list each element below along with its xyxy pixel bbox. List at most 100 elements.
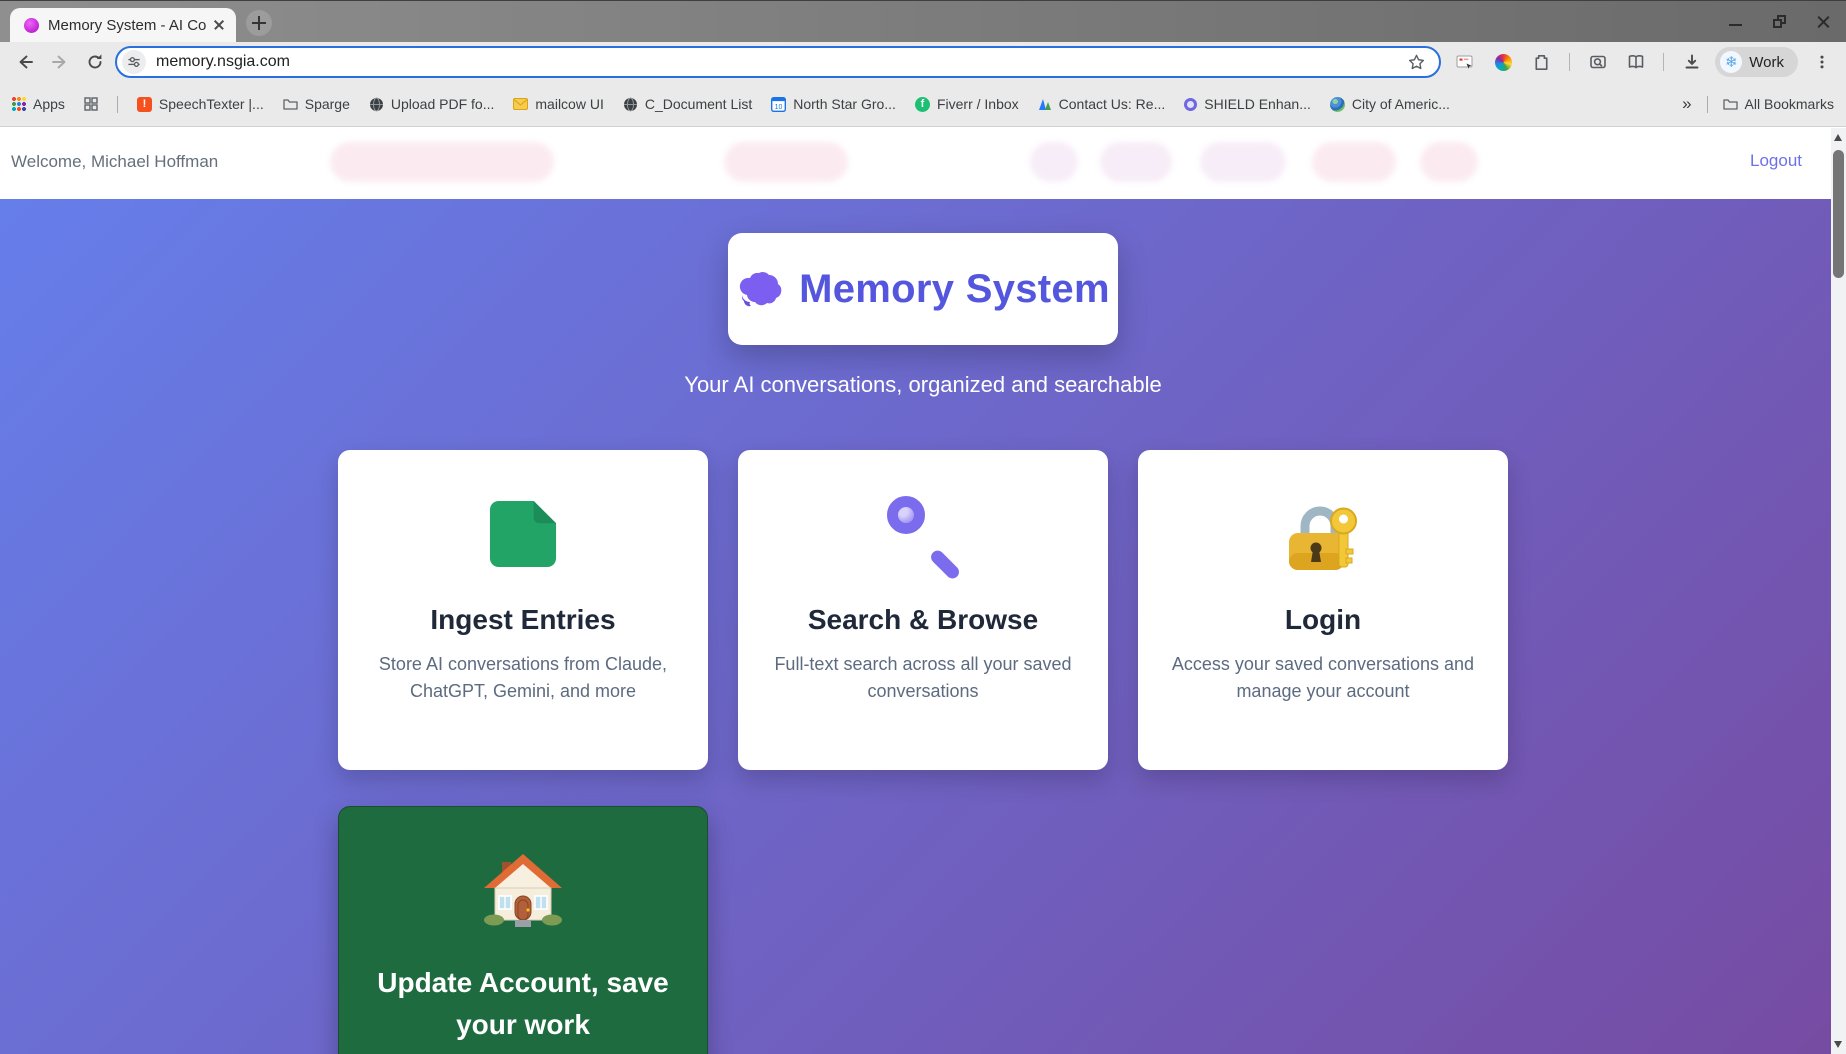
tab-title: Memory System - AI Con bbox=[48, 16, 206, 34]
bookmark-label: City of Americ... bbox=[1351, 96, 1450, 112]
all-bookmarks-button[interactable]: All Bookmarks bbox=[1722, 96, 1834, 112]
card-description: Store AI conversations from Claude, Chat… bbox=[378, 654, 668, 701]
extensions-jar-icon[interactable] bbox=[1527, 48, 1556, 77]
minimize-button[interactable] bbox=[1724, 10, 1748, 34]
bookmark-contact-us[interactable]: Contact Us: Re... bbox=[1038, 96, 1166, 112]
bookmark-label: SpeechTexter |... bbox=[158, 96, 264, 112]
card-search-browse[interactable]: Search & Browse Full-text search across … bbox=[738, 450, 1108, 770]
bookmark-upload-pdf[interactable]: Upload PDF fo... bbox=[369, 96, 495, 112]
fiverr-icon: f bbox=[914, 96, 930, 112]
bookmark-label: mailcow UI bbox=[535, 96, 604, 112]
search-tab-icon[interactable] bbox=[1583, 48, 1612, 77]
card-title: Search & Browse bbox=[807, 604, 1039, 635]
bookmark-grid-button[interactable] bbox=[84, 97, 98, 111]
reload-icon[interactable] bbox=[80, 48, 109, 77]
bookmark-label: North Star Gro... bbox=[793, 96, 896, 112]
globe-icon bbox=[623, 97, 637, 111]
action-row: Update Account, save your work bbox=[338, 806, 1508, 1054]
folder-icon bbox=[283, 99, 298, 110]
lock-and-key-icon bbox=[1289, 506, 1357, 570]
url-bar[interactable]: memory.nsgia.com bbox=[115, 46, 1442, 78]
faded-nav-placeholder bbox=[330, 142, 554, 182]
card-update-account[interactable]: Update Account, save your work bbox=[338, 806, 708, 1054]
bookmark-label: Apps bbox=[33, 96, 65, 112]
back-icon[interactable] bbox=[10, 48, 39, 77]
action-card-title: Update Account, save your work bbox=[377, 967, 669, 1040]
bookmark-label: Contact Us: Re... bbox=[1058, 96, 1166, 112]
calendar-icon: 10 bbox=[771, 96, 787, 112]
new-tab-button[interactable] bbox=[246, 10, 272, 36]
site-favicon-icon bbox=[24, 17, 39, 33]
card-description: Access your saved conversations and mana… bbox=[1171, 654, 1475, 701]
scrollbar-thumb[interactable] bbox=[1833, 150, 1844, 278]
speechtexter-icon: ! bbox=[136, 96, 152, 112]
card-login[interactable]: Login Access your saved conversations an… bbox=[1138, 450, 1508, 770]
bookmark-north-star[interactable]: 10 North Star Gro... bbox=[771, 96, 896, 112]
bookmark-label: SHIELD Enhan... bbox=[1204, 96, 1311, 112]
bookmarks-divider bbox=[116, 95, 118, 113]
close-button[interactable] bbox=[1812, 10, 1836, 34]
bookmark-city-of-america[interactable]: City of Americ... bbox=[1329, 96, 1450, 112]
reading-list-icon[interactable] bbox=[1621, 48, 1650, 77]
card-description: Full-text search across all your saved c… bbox=[774, 654, 1072, 701]
profile-chip[interactable]: ❄ Work bbox=[1715, 47, 1798, 77]
bookmarks-overflow-chevron[interactable]: » bbox=[1682, 94, 1691, 114]
color-wheel-extension-icon[interactable] bbox=[1489, 48, 1518, 77]
all-bookmarks-label: All Bookmarks bbox=[1744, 96, 1834, 112]
site-settings-icon[interactable] bbox=[122, 50, 146, 74]
brain-icon bbox=[740, 272, 782, 307]
app-subtitle: Your AI conversations, organized and sea… bbox=[684, 372, 1162, 397]
globe-icon bbox=[369, 97, 383, 111]
profile-name: Work bbox=[1749, 53, 1784, 71]
bookmark-fiverr[interactable]: f Fiverr / Inbox bbox=[914, 96, 1019, 112]
grid-outline-icon bbox=[84, 97, 98, 111]
bookmarks-divider bbox=[1706, 95, 1708, 113]
toolbar-divider bbox=[1569, 53, 1571, 71]
browser-tab[interactable]: Memory System - AI Con bbox=[10, 8, 236, 42]
forward-icon[interactable] bbox=[45, 48, 74, 77]
chart-logo-icon bbox=[1038, 99, 1051, 110]
house-icon bbox=[484, 854, 562, 927]
bookmark-label: Sparge bbox=[304, 96, 350, 112]
browser-toolbar: memory.nsgia.com ❄ Work bbox=[0, 42, 1846, 82]
faded-nav-placeholder bbox=[1030, 142, 1078, 182]
bookmark-sparge[interactable]: Sparge bbox=[283, 96, 350, 112]
restore-button[interactable] bbox=[1768, 10, 1792, 34]
welcome-text: Welcome, Michael Hoffman bbox=[11, 152, 219, 171]
folder-icon bbox=[1722, 99, 1738, 110]
bookmark-c-document-list[interactable]: C_Document List bbox=[623, 96, 752, 112]
url-text[interactable]: memory.nsgia.com bbox=[156, 53, 1402, 71]
card-title: Login bbox=[1284, 604, 1362, 635]
scroll-up-icon[interactable] bbox=[1834, 134, 1842, 141]
bookmark-shield[interactable]: SHIELD Enhan... bbox=[1184, 96, 1311, 112]
bookmark-label: C_Document List bbox=[644, 96, 753, 112]
green-note-icon bbox=[489, 500, 557, 568]
magnifier-icon bbox=[881, 494, 965, 582]
downloads-icon[interactable] bbox=[1677, 48, 1706, 77]
titlebar: Memory System - AI Con bbox=[0, 0, 1846, 42]
bookmark-apps[interactable]: Apps bbox=[12, 96, 65, 112]
window-controls bbox=[1724, 1, 1836, 43]
bookmark-label: Upload PDF fo... bbox=[390, 96, 495, 112]
logout-link[interactable]: Logout bbox=[1750, 151, 1802, 171]
page-content: Welcome, Michael Hoffman Logout Memory S… bbox=[0, 128, 1846, 1054]
bookmark-star-icon[interactable] bbox=[1402, 48, 1431, 77]
site-header-bar: Welcome, Michael Hoffman Logout bbox=[0, 128, 1846, 199]
bookmark-mailcow[interactable]: mailcow UI bbox=[513, 96, 604, 112]
tab-close-icon[interactable] bbox=[210, 16, 228, 34]
earth-icon bbox=[1329, 96, 1345, 112]
scroll-down-icon[interactable] bbox=[1834, 1041, 1842, 1048]
menu-dots-icon[interactable] bbox=[1807, 48, 1836, 77]
bookmark-speechtexter[interactable]: ! SpeechTexter |... bbox=[136, 96, 264, 112]
faded-nav-placeholder bbox=[1420, 142, 1478, 182]
envelope-icon bbox=[513, 98, 529, 110]
faded-nav-placeholder bbox=[1100, 142, 1172, 182]
extension-page-icon[interactable] bbox=[1451, 48, 1480, 77]
faded-nav-placeholder bbox=[1312, 142, 1396, 182]
faded-nav-placeholder bbox=[724, 142, 848, 182]
browser-window: Memory System - AI Con memory.nsgia.com … bbox=[0, 0, 1846, 1054]
hero-section: Memory System Your AI conversations, org… bbox=[0, 199, 1846, 1054]
scrollbar[interactable] bbox=[1831, 128, 1846, 1054]
bookmarks-bar: Apps ! SpeechTexter |... Sparge Upload P… bbox=[0, 82, 1846, 127]
card-ingest-entries[interactable]: Ingest Entries Store AI conversations fr… bbox=[338, 450, 708, 770]
